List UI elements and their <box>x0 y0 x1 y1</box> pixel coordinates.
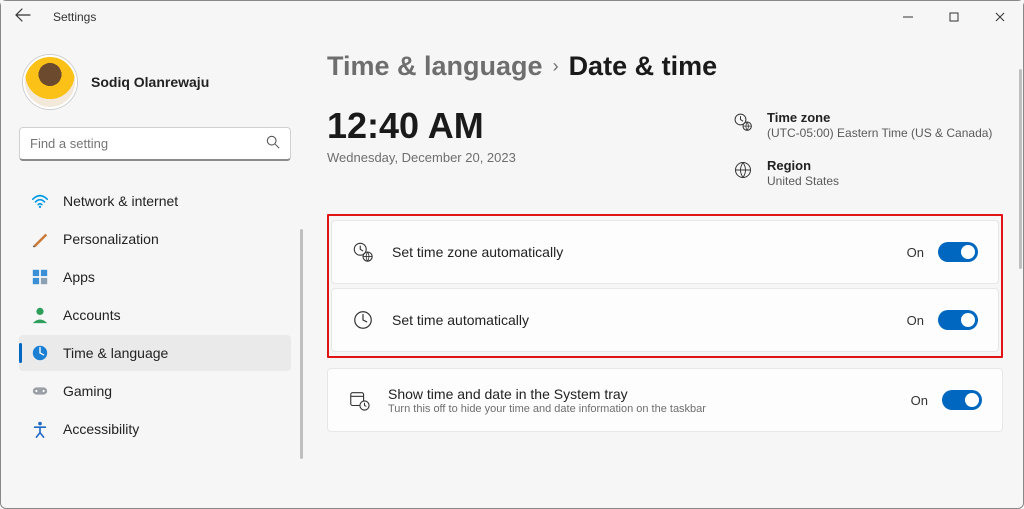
clock-globe-icon <box>31 344 49 362</box>
region-value: United States <box>767 174 839 188</box>
toggle-system-tray[interactable] <box>942 390 982 410</box>
highlight-box: Set time zone automatically On Set time … <box>327 214 1003 358</box>
clock-block: 12:40 AM Wednesday, December 20, 2023 <box>327 108 516 165</box>
sidebar-item-label: Accessibility <box>63 421 139 437</box>
calendar-clock-icon <box>348 389 370 411</box>
search-input[interactable] <box>30 136 266 151</box>
apps-icon <box>31 268 49 286</box>
tile-title: Set time zone automatically <box>392 244 907 260</box>
toggle-state: On <box>911 393 928 408</box>
tile-auto-time: Set time automatically On <box>331 288 999 352</box>
tile-title: Show time and date in the System tray <box>388 386 911 402</box>
minimize-button[interactable] <box>885 1 931 33</box>
tile-system-tray: Show time and date in the System tray Tu… <box>327 368 1003 432</box>
tile-auto-timezone: Set time zone automatically On <box>331 220 999 284</box>
profile-name: Sodiq Olanrewaju <box>91 74 209 90</box>
account-icon <box>31 306 49 324</box>
timezone-icon <box>352 241 374 263</box>
sidebar-item-personalization[interactable]: Personalization <box>19 221 291 257</box>
back-button[interactable] <box>15 7 31 27</box>
window-controls <box>885 1 1023 33</box>
info-row: 12:40 AM Wednesday, December 20, 2023 Ti… <box>327 108 1003 188</box>
accessibility-icon <box>31 420 49 438</box>
globe-icon <box>733 160 753 180</box>
sidebar-item-label: Apps <box>63 269 95 285</box>
app-title: Settings <box>53 10 96 24</box>
breadcrumb-current: Date & time <box>569 51 718 82</box>
clock-icon <box>352 309 374 331</box>
clock-time: 12:40 AM <box>327 108 516 144</box>
timezone-value: (UTC-05:00) Eastern Time (US & Canada) <box>767 126 992 140</box>
sidebar-item-label: Gaming <box>63 383 112 399</box>
close-button[interactable] <box>977 1 1023 33</box>
sidebar-item-network[interactable]: Network & internet <box>19 183 291 219</box>
chevron-right-icon: › <box>553 56 559 77</box>
tile-title: Set time automatically <box>392 312 907 328</box>
tile-subtitle: Turn this off to hide your time and date… <box>388 403 911 415</box>
profile-block[interactable]: Sodiq Olanrewaju <box>19 47 291 127</box>
timezone-icon <box>733 112 753 132</box>
region-info: Region United States <box>733 158 993 188</box>
sidebar-item-gaming[interactable]: Gaming <box>19 373 291 409</box>
sidebar-item-label: Network & internet <box>63 193 178 209</box>
region-label: Region <box>767 158 839 173</box>
wifi-icon <box>31 192 49 210</box>
sidebar-item-label: Time & language <box>63 345 168 361</box>
breadcrumb-parent[interactable]: Time & language <box>327 51 543 82</box>
toggle-state: On <box>907 313 924 328</box>
sidebar-item-accounts[interactable]: Accounts <box>19 297 291 333</box>
sidebar-item-label: Personalization <box>63 231 159 247</box>
brush-icon <box>31 230 49 248</box>
sidebar-item-accessibility[interactable]: Accessibility <box>19 411 291 447</box>
toggle-auto-time[interactable] <box>938 310 978 330</box>
avatar <box>23 55 77 109</box>
sidebar: Sodiq Olanrewaju Network & internet Pers… <box>1 33 301 508</box>
arrow-left-icon <box>15 7 31 23</box>
sidebar-item-label: Accounts <box>63 307 121 323</box>
settings-stack: Set time zone automatically On Set time … <box>327 214 1003 434</box>
titlebar: Settings <box>1 1 1023 33</box>
main-pane: Time & language › Date & time 12:40 AM W… <box>301 33 1023 508</box>
breadcrumb: Time & language › Date & time <box>327 51 1003 82</box>
sidebar-item-apps[interactable]: Apps <box>19 259 291 295</box>
main-scrollbar[interactable] <box>1019 69 1022 269</box>
maximize-button[interactable] <box>931 1 977 33</box>
minimize-icon <box>903 12 913 22</box>
nav-list: Network & internet Personalization Apps … <box>19 183 291 447</box>
close-icon <box>995 12 1005 22</box>
toggle-state: On <box>907 245 924 260</box>
timezone-label: Time zone <box>767 110 992 125</box>
clock-date: Wednesday, December 20, 2023 <box>327 150 516 165</box>
search-icon <box>266 135 280 152</box>
search-box[interactable] <box>19 127 291 161</box>
maximize-icon <box>949 12 959 22</box>
timezone-info: Time zone (UTC-05:00) Eastern Time (US &… <box>733 110 993 140</box>
toggle-auto-timezone[interactable] <box>938 242 978 262</box>
gamepad-icon <box>31 382 49 400</box>
sidebar-item-time-language[interactable]: Time & language <box>19 335 291 371</box>
